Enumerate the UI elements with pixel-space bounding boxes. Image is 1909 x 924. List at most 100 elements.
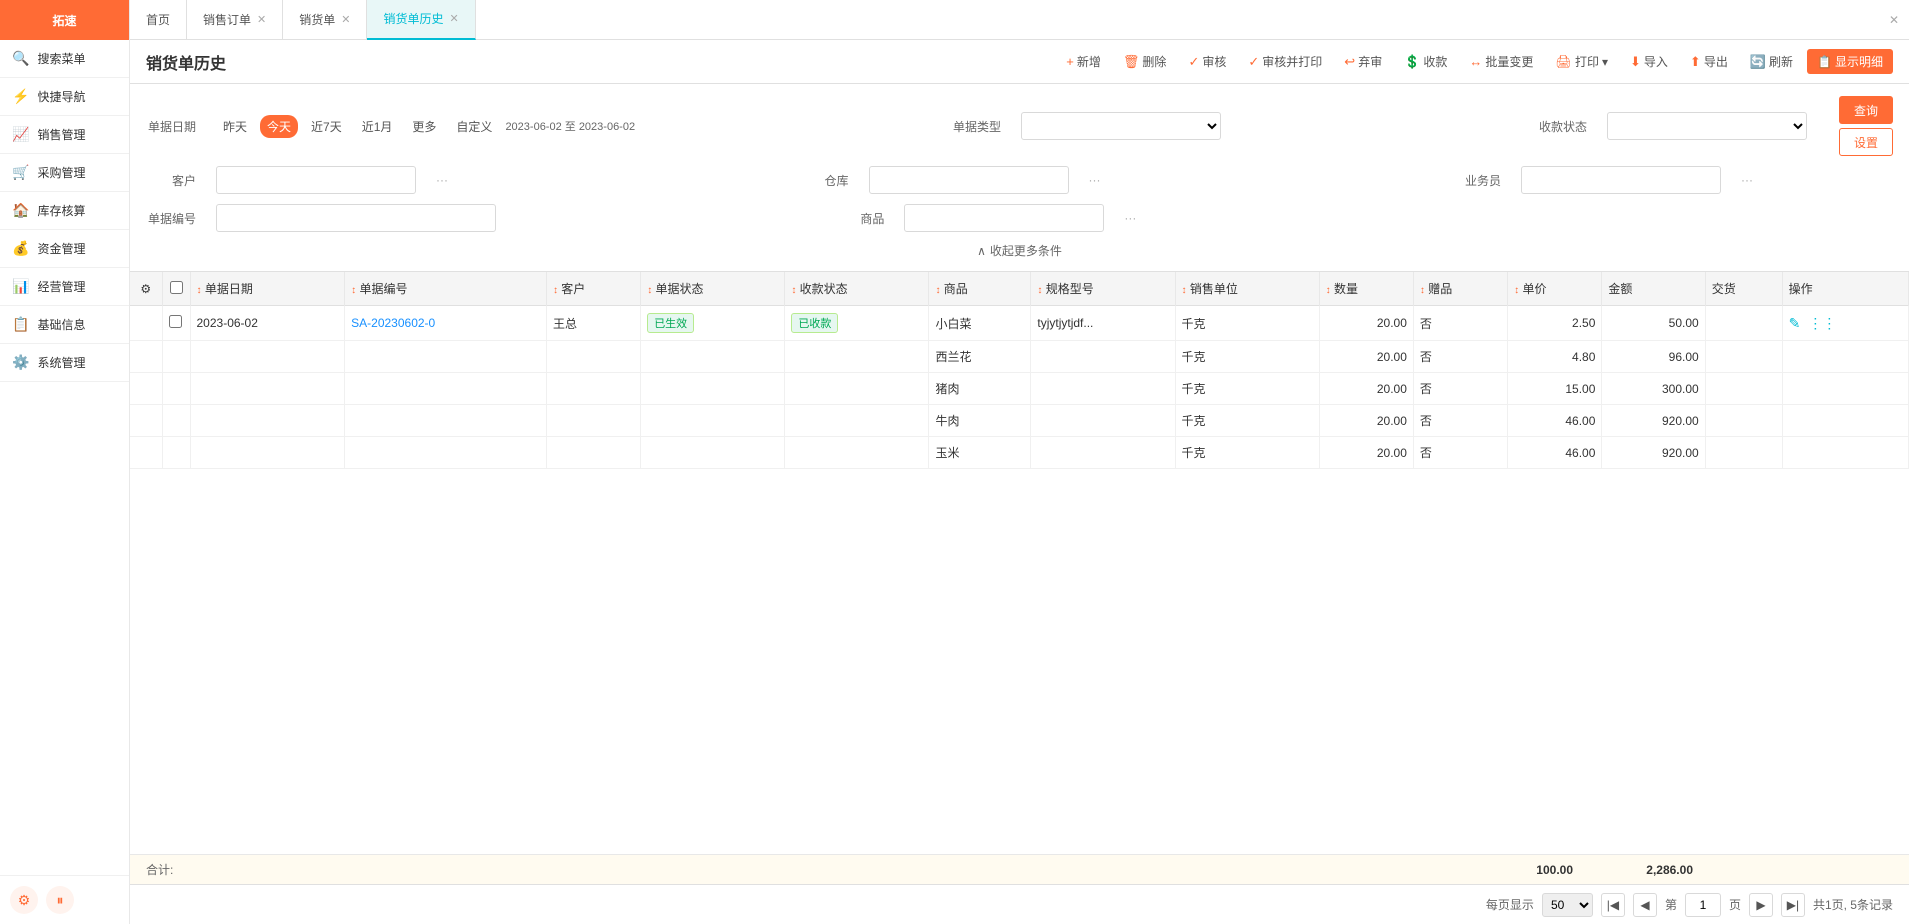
customer-cell <box>546 341 640 373</box>
sidebar-item-ops-mgmt[interactable]: 📊经营管理 <box>0 268 129 306</box>
edit-icon[interactable]: ✎ <box>1789 315 1801 332</box>
date-btn-7days[interactable]: 近7天 <box>304 115 349 138</box>
col-doc-status[interactable]: ↕ 单据状态 <box>641 272 785 306</box>
sidebar-item-quick-nav[interactable]: ⚡快捷导航 <box>0 78 129 116</box>
col-unit[interactable]: ↕ 销售单位 <box>1175 272 1319 306</box>
select-all-checkbox[interactable] <box>170 281 183 294</box>
qty-cell: 20.00 <box>1319 437 1413 469</box>
print-button[interactable]: 🖨 打印 ▾ <box>1547 49 1616 74</box>
tab-sales-order[interactable]: 销售订单✕ <box>187 0 283 40</box>
col-action: 操作 <box>1782 272 1908 306</box>
sidebar-item-sales-mgmt[interactable]: 📈销售管理 <box>0 116 129 154</box>
tab-home[interactable]: 首页 <box>130 0 187 40</box>
first-page-button[interactable]: |◀ <box>1601 893 1625 917</box>
price-cell: 2.50 <box>1508 306 1602 341</box>
audit-print-button[interactable]: ✓ 审核并打印 <box>1240 49 1330 74</box>
sidebar-item-fund-mgmt[interactable]: 💰资金管理 <box>0 230 129 268</box>
pay-status-select[interactable] <box>1607 112 1807 140</box>
check-cell[interactable] <box>162 341 190 373</box>
col-doc-no[interactable]: ↕ 单据编号 <box>345 272 547 306</box>
warehouse-input[interactable] <box>869 166 1069 194</box>
page-number-input[interactable] <box>1685 893 1721 917</box>
more-icon[interactable]: ⋮⋮ <box>1808 315 1836 332</box>
col-customer[interactable]: ↕ 客户 <box>546 272 640 306</box>
doc-no-link[interactable]: SA-20230602-0 <box>351 316 435 330</box>
last-page-button[interactable]: ▶| <box>1781 893 1805 917</box>
add-icon: + <box>1066 54 1074 69</box>
sidebar-item-purchase-mgmt[interactable]: 🛒采购管理 <box>0 154 129 192</box>
sidebar-footer: ⚙ ⏸ <box>0 875 129 924</box>
gear-column[interactable]: ⚙ <box>130 272 162 306</box>
col-gift[interactable]: ↕ 赠品 <box>1413 272 1507 306</box>
check-column[interactable] <box>162 272 190 306</box>
gear-cell <box>130 405 162 437</box>
date-btn-more[interactable]: 更多 <box>405 115 443 138</box>
prev-page-button[interactable]: ◀ <box>1633 893 1657 917</box>
date-btn-custom[interactable]: 自定义 <box>449 115 499 138</box>
import-icon: ⬇ <box>1630 54 1641 70</box>
customer-more-icon[interactable]: ··· <box>436 173 448 187</box>
goods-input[interactable] <box>904 204 1104 232</box>
doc-no-cell <box>345 405 547 437</box>
doc-no-input[interactable] <box>216 204 496 232</box>
col-spec[interactable]: ↕ 规格型号 <box>1031 272 1175 306</box>
export-button[interactable]: ⬆ 导出 <box>1682 49 1736 74</box>
salesman-input[interactable] <box>1521 166 1721 194</box>
refresh-button[interactable]: 🔄 刷新 <box>1742 49 1801 74</box>
sidebar-pause-icon[interactable]: ⏸ <box>46 886 74 914</box>
tabs-close-all[interactable]: ✕ <box>1889 13 1909 27</box>
trade-cell <box>1705 373 1782 405</box>
action-cell: ✎ ⋮⋮ <box>1789 315 1902 332</box>
check-cell[interactable] <box>162 373 190 405</box>
page-size-select[interactable]: 50 100 200 <box>1542 893 1593 917</box>
import-button[interactable]: ⬇ 导入 <box>1622 49 1676 74</box>
doc-type-select[interactable] <box>1021 112 1221 140</box>
query-button[interactable]: 查询 <box>1839 96 1893 124</box>
table-row: 玉米 千克 20.00 否 46.00 920.00 <box>130 437 1909 469</box>
audit-button[interactable]: ✓ 审核 <box>1180 49 1234 74</box>
sidebar-item-search-menu[interactable]: 🔍搜索菜单 <box>0 40 129 78</box>
date-btn-1month[interactable]: 近1月 <box>355 115 400 138</box>
col-qty[interactable]: ↕ 数量 <box>1319 272 1413 306</box>
goods-more-icon[interactable]: ··· <box>1124 211 1136 225</box>
next-page-button[interactable]: ▶ <box>1749 893 1773 917</box>
delete-button[interactable]: 🗑 删除 <box>1115 49 1175 74</box>
date-btn-yesterday[interactable]: 昨天 <box>216 115 254 138</box>
check-cell[interactable] <box>162 306 190 341</box>
show-detail-icon: 📋 <box>1817 55 1832 69</box>
sidebar-item-sys-mgmt[interactable]: ⚙️系统管理 <box>0 344 129 382</box>
check-cell[interactable] <box>162 437 190 469</box>
col-goods[interactable]: ↕ 商品 <box>929 272 1031 306</box>
batch-change-button[interactable]: ↔ 批量变更 <box>1461 49 1541 74</box>
sidebar-label-quick-nav: 快捷导航 <box>37 88 85 105</box>
sidebar-settings-icon[interactable]: ⚙ <box>10 886 38 914</box>
doc-date-cell <box>190 341 345 373</box>
row-checkbox[interactable] <box>169 315 182 328</box>
tab-sales-goods[interactable]: 销货单✕ <box>283 0 367 40</box>
price-cell: 4.80 <box>1508 341 1602 373</box>
filter-settings-button[interactable]: 设置 <box>1839 128 1893 156</box>
unit-cell: 千克 <box>1175 341 1319 373</box>
tab-close-sales-goods[interactable]: ✕ <box>341 13 350 26</box>
sidebar-item-inventory-calc[interactable]: 🏠库存核算 <box>0 192 129 230</box>
sidebar-item-basic-info[interactable]: 📋基础信息 <box>0 306 129 344</box>
check-cell[interactable] <box>162 405 190 437</box>
col-price[interactable]: ↕ 单价 <box>1508 272 1602 306</box>
collapse-button[interactable]: ∧ 收起更多条件 <box>977 242 1062 259</box>
tab-close-sales-order[interactable]: ✕ <box>257 13 266 26</box>
warehouse-more-icon[interactable]: ··· <box>1089 173 1101 187</box>
date-label: 单据日期 <box>146 118 196 135</box>
new-button[interactable]: + 新增 <box>1058 49 1109 74</box>
doc-status-cell <box>641 405 785 437</box>
table-row: 西兰花 千克 20.00 否 4.80 96.00 <box>130 341 1909 373</box>
col-pay-status[interactable]: ↕ 收款状态 <box>785 272 929 306</box>
salesman-more-icon[interactable]: ··· <box>1741 173 1753 187</box>
tab-close-sales-history[interactable]: ✕ <box>450 12 459 25</box>
date-btn-today[interactable]: 今天 <box>260 115 298 138</box>
col-doc-date[interactable]: ↕ 单据日期 <box>190 272 345 306</box>
customer-input[interactable] <box>216 166 416 194</box>
collect-button[interactable]: 💲 收款 <box>1396 49 1455 74</box>
abandon-button[interactable]: ↩ 弃审 <box>1336 49 1390 74</box>
tab-sales-history[interactable]: 销货单历史✕ <box>367 0 475 40</box>
show-detail-button[interactable]: 📋 显示明细 <box>1807 49 1893 74</box>
